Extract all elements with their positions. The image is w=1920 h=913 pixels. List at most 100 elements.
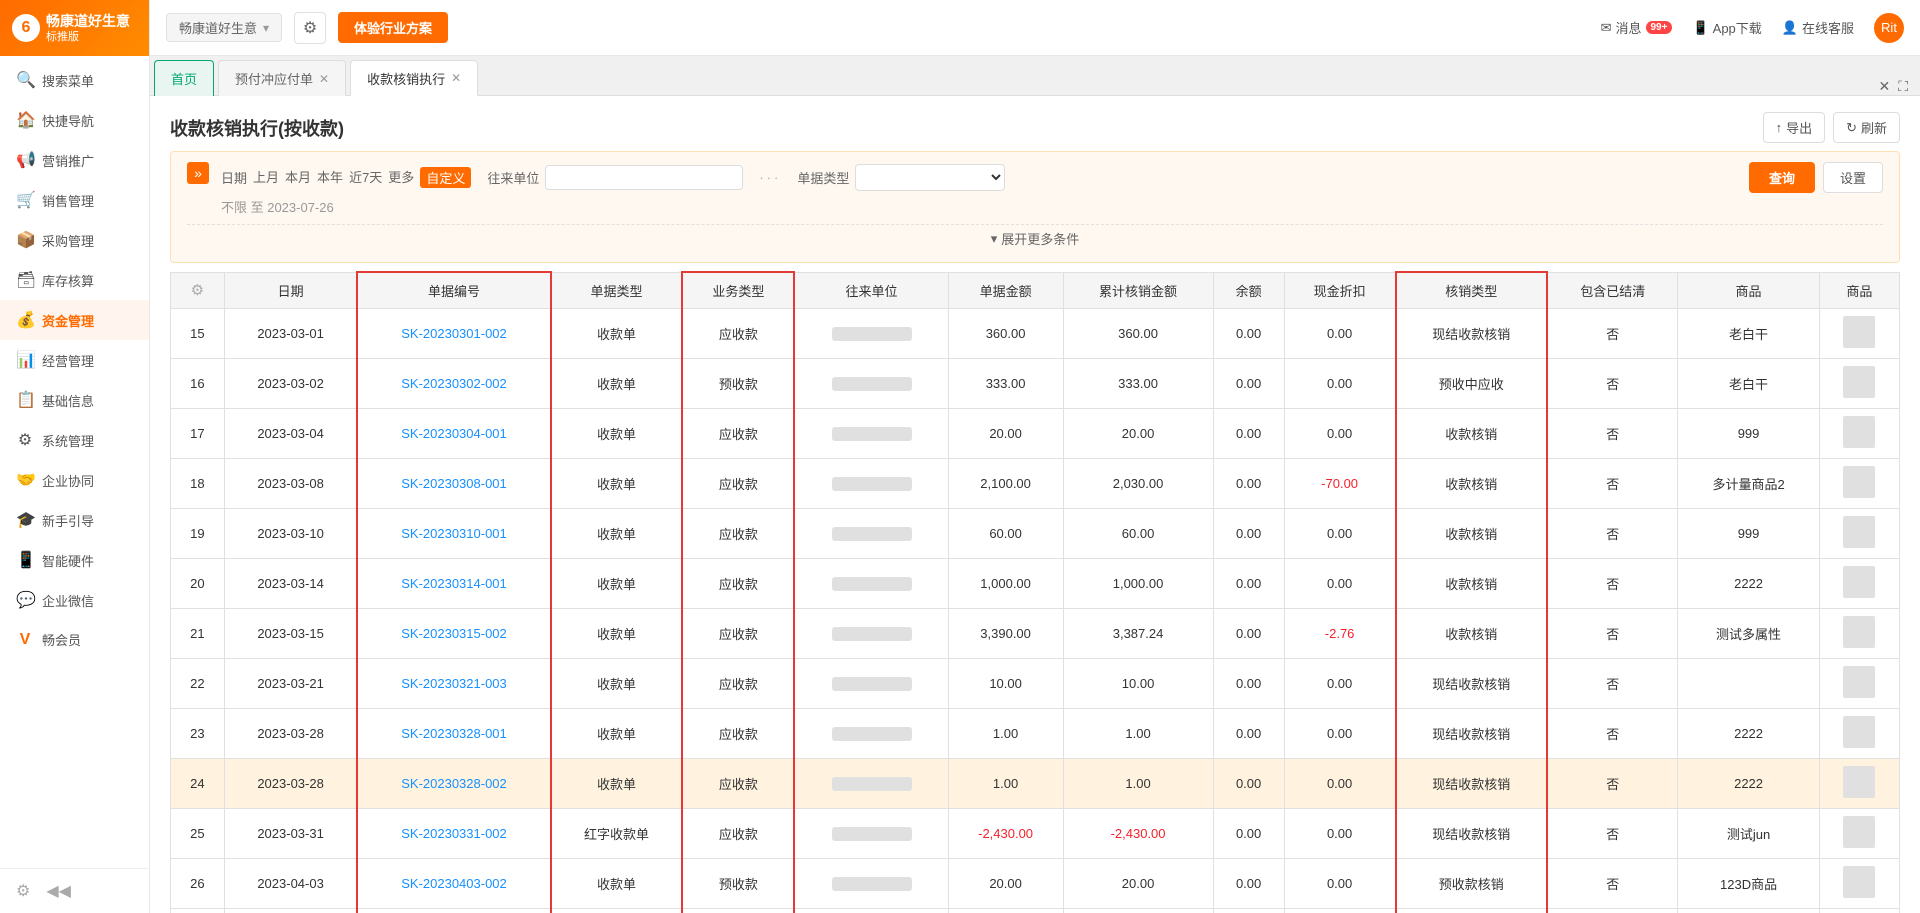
user-avatar[interactable]: Rit: [1874, 13, 1904, 43]
tab-payable-close-icon[interactable]: ✕: [319, 72, 329, 86]
sidebar-item-quick-nav[interactable]: 🏠 快捷导航: [0, 100, 149, 140]
date-link-more[interactable]: 更多: [388, 167, 414, 188]
marketing-icon: 📢: [16, 150, 34, 170]
cell-cash-discount: 0.00: [1284, 559, 1395, 609]
tab-expand-icon[interactable]: ⛶: [1898, 78, 1908, 95]
cell-biz-type: 应收款: [682, 609, 794, 659]
filter-counterpart-input[interactable]: [545, 165, 743, 190]
wechat-icon: 💬: [16, 590, 34, 610]
cell-bill-no[interactable]: SK-20230315-002: [357, 609, 550, 659]
sidebar-item-marketing[interactable]: 📢 营销推广: [0, 140, 149, 180]
cell-bill-no[interactable]: SK-20230310-001: [357, 509, 550, 559]
sidebar-item-base[interactable]: 📋 基础信息: [0, 380, 149, 420]
date-link-last-month[interactable]: 上月: [253, 167, 279, 188]
cell-bill-no[interactable]: SK-20230301-002: [357, 309, 550, 359]
company-selector[interactable]: 畅康道好生意 ▾: [166, 13, 282, 42]
filter-date-label: 日期: [221, 168, 247, 187]
cell-goods2: [1819, 509, 1899, 559]
sidebar-label-search: 搜索菜单: [42, 71, 94, 90]
page-title: 收款核销执行(按收款): [170, 115, 344, 141]
app-download-item[interactable]: 📱 App下载: [1692, 18, 1761, 37]
cell-cancel-type: 现结收款核销: [1396, 759, 1547, 809]
page-content: 收款核销执行(按收款) ↑ 导出 ↻ 刷新 » 日期: [150, 96, 1920, 913]
table-row: 192023-03-10SK-20230310-001收款单应收款███████…: [171, 509, 1900, 559]
filter-bill-type-select[interactable]: [855, 164, 1005, 191]
settings-button[interactable]: ⚙: [294, 12, 326, 44]
sidebar-item-inventory[interactable]: 🗃 库存核算: [0, 260, 149, 300]
cell-cash-discount: 0.00: [1284, 809, 1395, 859]
member-icon: V: [16, 631, 34, 649]
cell-bill-no[interactable]: SK-20230328-001: [357, 709, 550, 759]
tab-collection-close-icon[interactable]: ✕: [451, 71, 461, 85]
col-header-gear[interactable]: ⚙: [171, 272, 225, 309]
industry-solution-button[interactable]: 体验行业方案: [338, 12, 448, 43]
cell-bill-no[interactable]: SK-20230304-001: [357, 409, 550, 459]
cell-bill-no[interactable]: SK-20230314-001: [357, 559, 550, 609]
sidebar-item-finance[interactable]: 💰 资金管理: [0, 300, 149, 340]
sidebar-item-purchase[interactable]: 📦 采购管理: [0, 220, 149, 260]
cell-accum-cancel: 60.00: [1063, 509, 1213, 559]
export-button[interactable]: ↑ 导出: [1763, 112, 1826, 143]
cell-counterpart: ████████: [794, 409, 948, 459]
table-settings-icon[interactable]: ⚙: [191, 282, 204, 299]
cell-biz-type: 应收款: [682, 459, 794, 509]
cell-bill-amount: 20.00: [948, 409, 1063, 459]
date-link-7days[interactable]: 近7天: [349, 167, 382, 188]
online-service-item[interactable]: 👤 在线客服: [1782, 18, 1854, 37]
footer-collapse-icon[interactable]: ◀◀: [46, 881, 71, 901]
footer-settings-icon[interactable]: ⚙: [16, 881, 30, 901]
cell-bill-amount: 60.00: [948, 509, 1063, 559]
tab-close-all-icon[interactable]: ✕: [1878, 78, 1890, 95]
cell-bill-no[interactable]: SK-20230302-002: [357, 359, 550, 409]
tab-home[interactable]: 首页: [154, 60, 214, 96]
messages-item[interactable]: ✉ 消息 99+: [1601, 18, 1673, 37]
sidebar-item-system[interactable]: ⚙ 系统管理: [0, 420, 149, 460]
cell-date: 2023-04-08: [224, 909, 357, 913]
sidebar-item-sales[interactable]: 🛒 销售管理: [0, 180, 149, 220]
col-header-goods1: 商品: [1678, 272, 1819, 309]
col-header-biz-type: 业务类型: [682, 272, 794, 309]
sidebar-item-corp[interactable]: 🤝 企业协同: [0, 460, 149, 500]
inventory-icon: 🗃: [16, 270, 34, 290]
cell-balance: 0.00: [1213, 459, 1284, 509]
cell-bill-no[interactable]: SK-20230408-001: [357, 909, 550, 913]
sidebar-label-finance: 资金管理: [42, 311, 94, 330]
cell-include-cleared: 否: [1547, 659, 1678, 709]
service-icon: 👤: [1782, 20, 1798, 36]
online-service-label: 在线客服: [1802, 18, 1854, 37]
cell-row-no: 17: [171, 409, 225, 459]
cell-accum-cancel: 10.00: [1063, 659, 1213, 709]
filter-forward-button[interactable]: »: [187, 162, 209, 184]
cell-bill-no[interactable]: SK-20230328-002: [357, 759, 550, 809]
top-bar-right: ✉ 消息 99+ 📱 App下载 👤 在线客服 Rit: [1601, 13, 1904, 43]
sidebar-item-guide[interactable]: 🎓 新手引导: [0, 500, 149, 540]
cell-balance: 0.00: [1213, 609, 1284, 659]
tab-payable[interactable]: 预付冲应付单 ✕: [218, 60, 346, 96]
col-header-balance: 余额: [1213, 272, 1284, 309]
sidebar-item-hardware[interactable]: 📱 智能硬件: [0, 540, 149, 580]
app-download-label: App下载: [1713, 18, 1762, 37]
cell-date: 2023-03-31: [224, 809, 357, 859]
cell-counterpart: ████████: [794, 809, 948, 859]
cell-bill-no[interactable]: SK-20230403-002: [357, 859, 550, 909]
sidebar-item-member[interactable]: V 畅会员: [0, 620, 149, 659]
date-link-this-month[interactable]: 本月: [285, 167, 311, 188]
tabs-actions: ✕ ⛶: [1866, 78, 1920, 95]
cell-goods1: 衣服00001: [1678, 909, 1819, 913]
cell-bill-no[interactable]: SK-20230308-001: [357, 459, 550, 509]
date-link-this-year[interactable]: 本年: [317, 167, 343, 188]
cell-goods2: [1819, 659, 1899, 709]
sidebar-item-operation[interactable]: 📊 经营管理: [0, 340, 149, 380]
refresh-button[interactable]: ↻ 刷新: [1833, 112, 1900, 143]
sidebar-item-search[interactable]: 🔍 搜索菜单: [0, 60, 149, 100]
cell-balance: 0.00: [1213, 759, 1284, 809]
date-link-custom[interactable]: 自定义: [420, 167, 471, 188]
tab-collection[interactable]: 收款核销执行 ✕: [350, 60, 478, 96]
expand-conditions-row[interactable]: ▾ 展开更多条件: [187, 224, 1883, 252]
cell-bill-no[interactable]: SK-20230321-003: [357, 659, 550, 709]
settings-filter-button[interactable]: 设置: [1823, 162, 1883, 193]
cell-bill-no[interactable]: SK-20230331-002: [357, 809, 550, 859]
query-button[interactable]: 查询: [1749, 162, 1815, 193]
col-header-date: 日期: [224, 272, 357, 309]
sidebar-item-wechat[interactable]: 💬 企业微信: [0, 580, 149, 620]
